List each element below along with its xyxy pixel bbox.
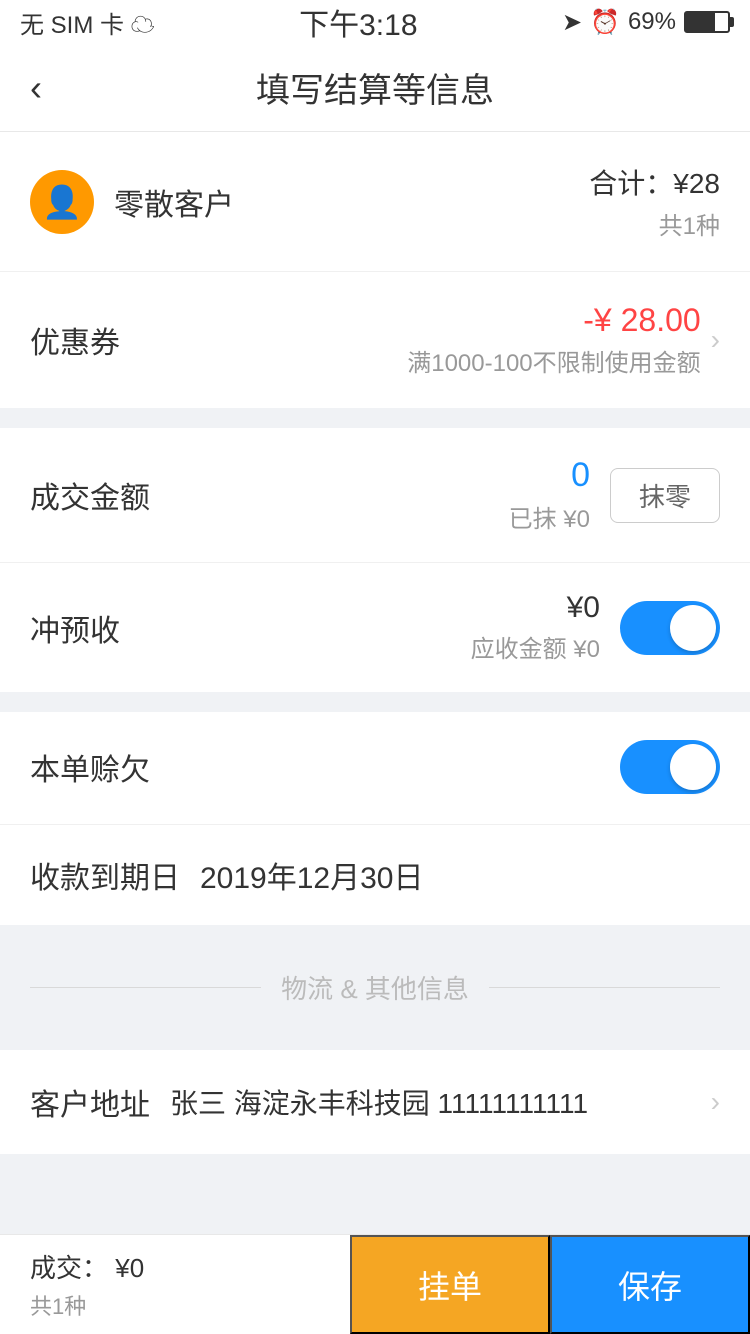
save-button[interactable]: 保存: [550, 1235, 750, 1334]
battery-icon: [684, 11, 730, 33]
pre-collect-toggle[interactable]: [620, 601, 720, 655]
toggle-knob: [670, 605, 716, 651]
pre-collect-amount: ¥0: [471, 591, 600, 625]
status-left: 无 SIM 卡 ☁: [20, 5, 155, 40]
pre-collect-right-col: ¥0 应收金额 ¥0: [471, 591, 600, 664]
divider-label-wrap: 物流 & 其他信息: [30, 969, 720, 1006]
customer-card: 👤 零散客户 合计：¥28 共1种 优惠券 -¥ 28.00 满1000-100…: [0, 132, 750, 408]
footer: 成交： ¥0 共1种 挂单 保存: [0, 1234, 750, 1334]
coupon-chevron-icon: ›: [711, 324, 720, 356]
divider-line-right: [489, 987, 720, 988]
transaction-right: 0 已抹 ¥0 抹零: [509, 456, 720, 534]
debit-toggle-knob: [670, 744, 716, 790]
transaction-label: 成交金额: [30, 473, 150, 517]
coupon-desc: 满1000-100不限制使用金额: [407, 343, 700, 378]
coupon-row[interactable]: 优惠券 -¥ 28.00 满1000-100不限制使用金额 ›: [0, 271, 750, 408]
transaction-row: 成交金额 0 已抹 ¥0 抹零: [30, 428, 720, 562]
address-row[interactable]: 客户地址 张三 海淀永丰科技园 11111111111 ›: [0, 1050, 750, 1154]
status-time: 下午3:18: [299, 0, 417, 44]
debit-toggle[interactable]: [620, 740, 720, 794]
status-right: ➤ ⏰ 69%: [562, 8, 730, 37]
divider-label: 物流 & 其他信息: [281, 969, 469, 1006]
coupon-amount: -¥ 28.00: [407, 302, 700, 339]
coupon-right: -¥ 28.00 满1000-100不限制使用金额: [407, 302, 700, 378]
divider-line-left: [30, 987, 261, 988]
address-label: 客户地址: [30, 1080, 150, 1124]
customer-row: 👤 零散客户 合计：¥28 共1种: [0, 132, 750, 271]
footer-transaction: 成交： ¥0: [30, 1248, 320, 1285]
coupon-label: 优惠券: [30, 318, 120, 362]
transaction-right-col: 0 已抹 ¥0: [509, 456, 590, 534]
transaction-amount[interactable]: 0: [509, 456, 590, 495]
due-date-row[interactable]: 收款到期日 2019年12月30日: [0, 824, 750, 925]
location-icon: ➤: [562, 8, 582, 37]
total-count: 共1种: [589, 206, 720, 241]
avatar-icon: 👤: [42, 183, 82, 221]
debit-row: 本单赊欠: [0, 712, 750, 822]
transaction-card: 成交金额 0 已抹 ¥0 抹零 冲预收 ¥0 应收金额 ¥0: [0, 428, 750, 692]
debit-card: 本单赊欠 收款到期日 2019年12月30日: [0, 712, 750, 925]
footer-info: 成交： ¥0 共1种: [0, 1235, 350, 1334]
pre-collect-row: 冲预收 ¥0 应收金额 ¥0: [0, 562, 750, 692]
pre-collect-sub: 应收金额 ¥0: [471, 629, 600, 664]
customer-left: 👤 零散客户: [30, 170, 234, 234]
back-button[interactable]: ‹: [30, 67, 42, 109]
alarm-icon: ⏰: [590, 8, 620, 37]
due-date-label: 收款到期日: [30, 853, 180, 897]
transaction-section: 成交金额 0 已抹 ¥0 抹零: [0, 428, 750, 562]
footer-transaction-amount: ¥0: [115, 1253, 144, 1283]
address-value: 张三 海淀永丰科技园 11111111111: [170, 1082, 701, 1122]
pre-collect-label: 冲预收: [30, 606, 120, 650]
section-divider: 物流 & 其他信息: [0, 945, 750, 1030]
nav-bar: ‹ 填写结算等信息: [0, 44, 750, 132]
footer-transaction-label: 成交：: [30, 1253, 108, 1283]
due-date-value: 2019年12月30日: [200, 853, 423, 897]
sim-text: 无 SIM 卡 ☁: [20, 5, 155, 40]
debit-label: 本单赊欠: [30, 745, 150, 789]
coupon-right-wrap: -¥ 28.00 满1000-100不限制使用金额 ›: [407, 302, 720, 378]
customer-right: 合计：¥28 共1种: [589, 162, 720, 241]
address-chevron-icon: ›: [711, 1086, 720, 1118]
pre-collect-right: ¥0 应收金额 ¥0: [471, 591, 720, 664]
main-content: 👤 零散客户 合计：¥28 共1种 优惠券 -¥ 28.00 满1000-100…: [0, 132, 750, 1294]
transaction-sub: 已抹 ¥0: [509, 499, 590, 534]
customer-name: 零散客户: [114, 180, 234, 224]
page-title: 填写结算等信息: [256, 63, 494, 112]
pending-button[interactable]: 挂单: [350, 1235, 550, 1334]
status-bar: 无 SIM 卡 ☁ 下午3:18 ➤ ⏰ 69%: [0, 0, 750, 44]
avatar: 👤: [30, 170, 94, 234]
battery-percent: 69%: [628, 8, 676, 36]
round-zero-button[interactable]: 抹零: [610, 468, 720, 523]
footer-count: 共1种: [30, 1289, 320, 1321]
total-amount: 合计：¥28: [589, 162, 720, 202]
